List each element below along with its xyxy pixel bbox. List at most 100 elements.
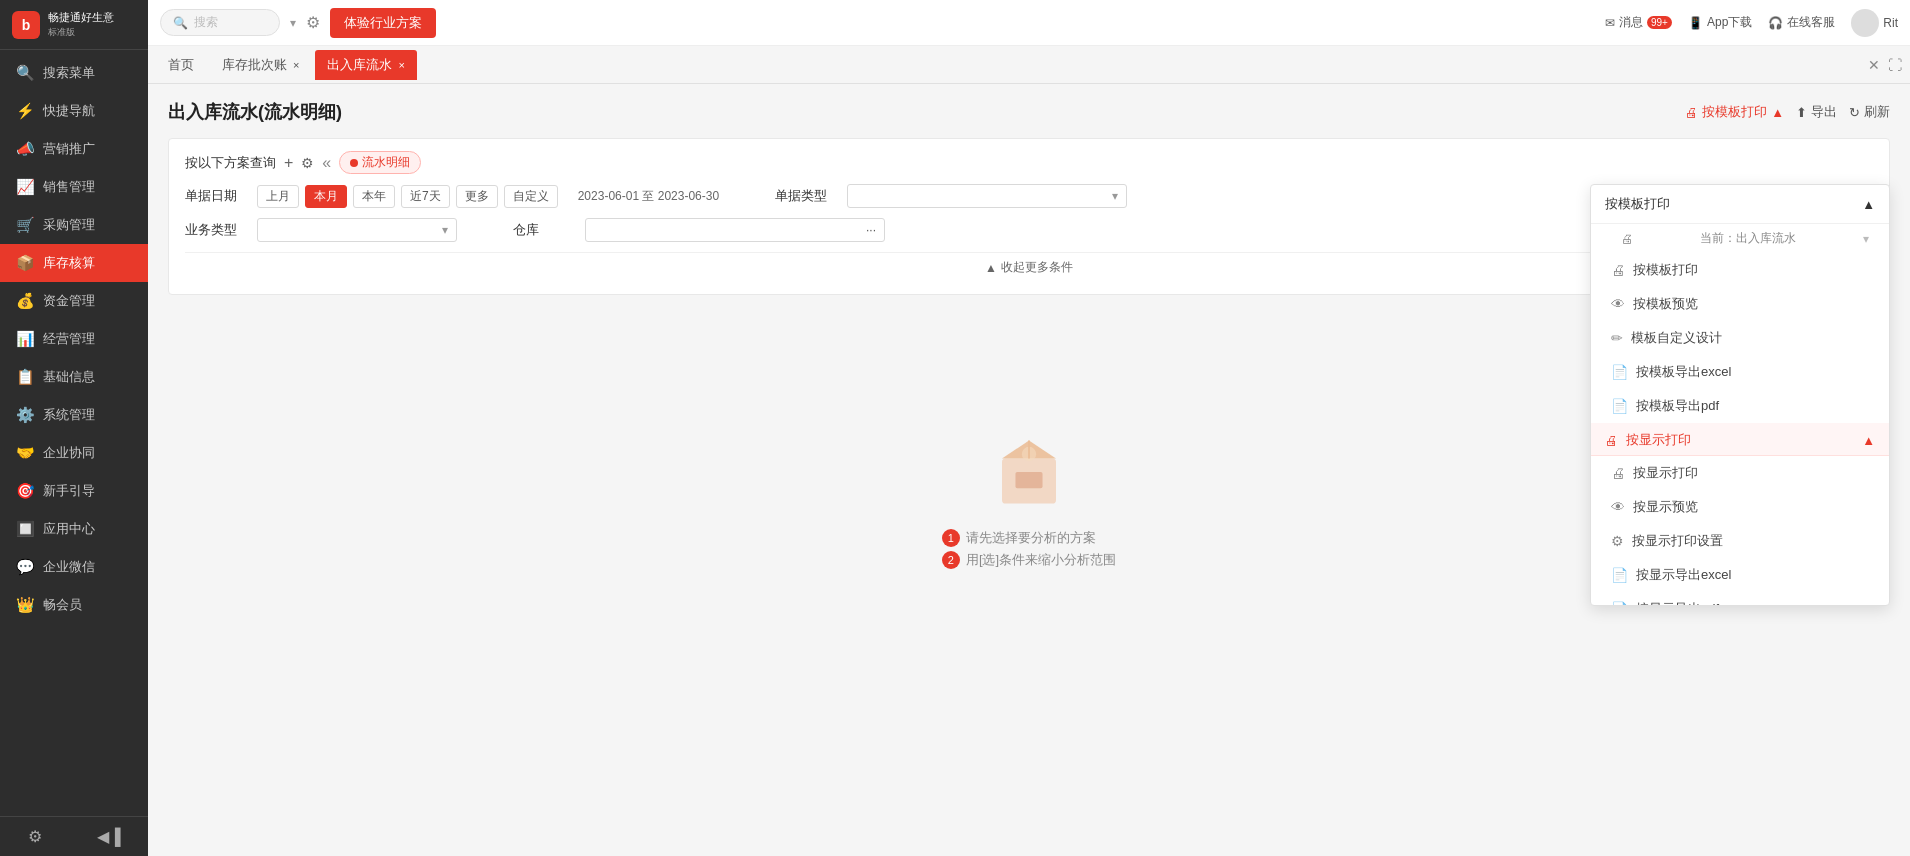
sidebar-item-guide[interactable]: 🎯新手引导: [0, 472, 148, 510]
sidebar-label-collab: 企业协同: [43, 444, 95, 462]
bill-type-select[interactable]: ▾: [847, 184, 1127, 208]
tab-flow[interactable]: 出入库流水×: [315, 50, 416, 80]
message-btn[interactable]: ✉ 消息 99+: [1605, 14, 1672, 31]
sidebar-item-member[interactable]: 👑畅会员: [0, 586, 148, 624]
display-excel-icon: 📄: [1611, 567, 1628, 583]
sidebar-item-finance[interactable]: 💰资金管理: [0, 282, 148, 320]
sidebar-item-search[interactable]: 🔍搜索菜单: [0, 54, 148, 92]
sidebar-item-operation[interactable]: 📊经营管理: [0, 320, 148, 358]
tab-label-home: 首页: [168, 56, 194, 74]
display-preview-icon: 👁: [1611, 499, 1625, 515]
app-download-btn[interactable]: 📱 App下载: [1688, 14, 1752, 31]
purchase-icon: 🛒: [16, 216, 35, 234]
dropdown-item-template-excel[interactable]: 📄按模板导出excel: [1591, 355, 1889, 389]
date-btn-自定义[interactable]: 自定义: [504, 185, 558, 208]
business-type-chevron: ▾: [442, 223, 448, 237]
filter-collapse-btn[interactable]: «: [322, 154, 331, 172]
sidebar-label-sales: 销售管理: [43, 178, 95, 196]
message-icon: ✉: [1605, 16, 1615, 30]
date-btn-本年[interactable]: 本年: [353, 185, 395, 208]
header-search[interactable]: 🔍 搜索: [160, 9, 280, 36]
message-badge: 99+: [1647, 16, 1672, 29]
sidebar-item-inventory[interactable]: 📦库存核算: [0, 244, 148, 282]
date-filter: 上月本月本年近7天更多自定义: [257, 185, 558, 208]
date-btn-本月[interactable]: 本月: [305, 185, 347, 208]
date-range: 2023-06-01 至 2023-06-30: [578, 188, 719, 205]
collapse-icon[interactable]: ◀▐: [97, 827, 120, 846]
dropdown-item-template-pdf[interactable]: 📄按模板导出pdf: [1591, 389, 1889, 423]
sidebar-item-wechat[interactable]: 💬企业微信: [0, 548, 148, 586]
page-title: 出入库流水(流水明细): [168, 100, 342, 124]
tab-label-batch: 库存批次账: [222, 56, 287, 74]
refresh-btn[interactable]: ↻ 刷新: [1849, 103, 1890, 121]
dropdown-item-template-print[interactable]: 🖨按模板打印: [1591, 253, 1889, 287]
step-2-num: 2: [942, 551, 960, 569]
dropdown-item-display-print[interactable]: 🖨按显示打印: [1591, 456, 1889, 490]
filter-gear-btn[interactable]: ⚙: [301, 155, 314, 171]
display-print-icon: 🖨: [1611, 465, 1625, 481]
bill-type-chevron: ▾: [1112, 189, 1118, 203]
settings-icon[interactable]: ⚙: [28, 827, 42, 846]
tab-close-flow[interactable]: ×: [398, 59, 404, 71]
dropdown-item-template-preview[interactable]: 👁按模板预览: [1591, 287, 1889, 321]
sales-icon: 📈: [16, 178, 35, 196]
inventory-icon: 📦: [16, 254, 35, 272]
guide-icon: 🎯: [16, 482, 35, 500]
display-pdf-icon: 📄: [1611, 601, 1628, 605]
sidebar-item-apps[interactable]: 🔲应用中心: [0, 510, 148, 548]
sidebar-label-basic: 基础信息: [43, 368, 95, 386]
sidebar-label-quick-nav: 快捷导航: [43, 102, 95, 120]
filter-add-btn[interactable]: +: [284, 154, 293, 172]
sidebar-item-basic[interactable]: 📋 基础信息: [0, 358, 148, 396]
print-template-btn[interactable]: 🖨 按模板打印 ▲: [1685, 103, 1784, 121]
wechat-icon: 💬: [16, 558, 35, 576]
display-pdf-label: 按显示导出pdf: [1636, 600, 1719, 605]
warehouse-chevron: ···: [866, 223, 876, 237]
sidebar-label-search: 搜索菜单: [43, 64, 95, 82]
dropdown-header[interactable]: 按模板打印 ▲: [1591, 185, 1889, 224]
customer-service-btn[interactable]: 🎧 在线客服: [1768, 14, 1835, 31]
warehouse-select[interactable]: ···: [585, 218, 885, 242]
basic-icon: 📋: [16, 368, 35, 386]
dropdown-item-display-print-settings[interactable]: ⚙按显示打印设置: [1591, 524, 1889, 558]
dropdown-item-display-pdf[interactable]: 📄 按显示导出pdf: [1591, 592, 1889, 605]
template-items-group: 🖨按模板打印👁按模板预览✏模板自定义设计📄按模板导出excel📄按模板导出pdf: [1591, 253, 1889, 423]
sidebar-label-operation: 经营管理: [43, 330, 95, 348]
close-tab-icon[interactable]: ✕: [1868, 57, 1880, 73]
tab-home[interactable]: 首页: [156, 50, 206, 80]
bill-type-label: 单据类型: [775, 187, 831, 205]
print-chevron-icon: ▲: [1771, 105, 1784, 120]
sidebar-item-purchase[interactable]: 🛒采购管理: [0, 206, 148, 244]
date-btn-上月[interactable]: 上月: [257, 185, 299, 208]
dropdown-title: 按模板打印: [1605, 195, 1670, 213]
sidebar-item-marketing[interactable]: 📣营销推广: [0, 130, 148, 168]
user-avatar-area[interactable]: Rit: [1851, 9, 1898, 37]
display-section-header[interactable]: 🖨 按显示打印 ▲: [1591, 423, 1889, 456]
maximize-icon[interactable]: ⛶: [1888, 57, 1902, 73]
apps-icon: 🔲: [16, 520, 35, 538]
empty-steps: 1 请先选择要分析的方案 2 用[选]条件来缩小分析范围: [942, 529, 1116, 573]
date-btn-更多[interactable]: 更多: [456, 185, 498, 208]
filter-title: 按以下方案查询: [185, 154, 276, 172]
sidebar-nav: 🔍搜索菜单⚡快捷导航📣营销推广 📈 销售管理 🛒采购管理📦库存核算💰资金管理📊经营管理…: [0, 50, 148, 816]
current-template-item[interactable]: 🖨 当前：出入库流水 ▾: [1591, 224, 1889, 253]
business-type-select[interactable]: ▾: [257, 218, 457, 242]
dropdown-item-display-excel[interactable]: 📄按显示导出excel: [1591, 558, 1889, 592]
sidebar-item-quick-nav[interactable]: ⚡快捷导航: [0, 92, 148, 130]
trial-button[interactable]: 体验行业方案: [330, 8, 436, 38]
template-preview-icon: 👁: [1611, 296, 1625, 312]
sidebar-item-system[interactable]: ⚙️系统管理: [0, 396, 148, 434]
export-btn[interactable]: ⬆ 导出: [1796, 103, 1837, 121]
sidebar-item-sales[interactable]: 📈 销售管理: [0, 168, 148, 206]
tab-batch[interactable]: 库存批次账 ×: [210, 50, 311, 80]
search-expand-icon[interactable]: ▾: [290, 16, 296, 30]
dropdown-item-display-preview[interactable]: 👁按显示预览: [1591, 490, 1889, 524]
dropdown-item-template-design[interactable]: ✏模板自定义设计: [1591, 321, 1889, 355]
header-gear-icon[interactable]: ⚙: [306, 13, 320, 32]
sidebar-item-collab[interactable]: 🤝企业协同: [0, 434, 148, 472]
tab-bar: 首页库存批次账×出入库流水× ✕ ⛶: [148, 46, 1910, 84]
user-avatar: [1851, 9, 1879, 37]
app-version: 标准版: [48, 26, 114, 39]
tab-close-batch[interactable]: ×: [293, 59, 299, 71]
date-btn-近7天[interactable]: 近7天: [401, 185, 450, 208]
